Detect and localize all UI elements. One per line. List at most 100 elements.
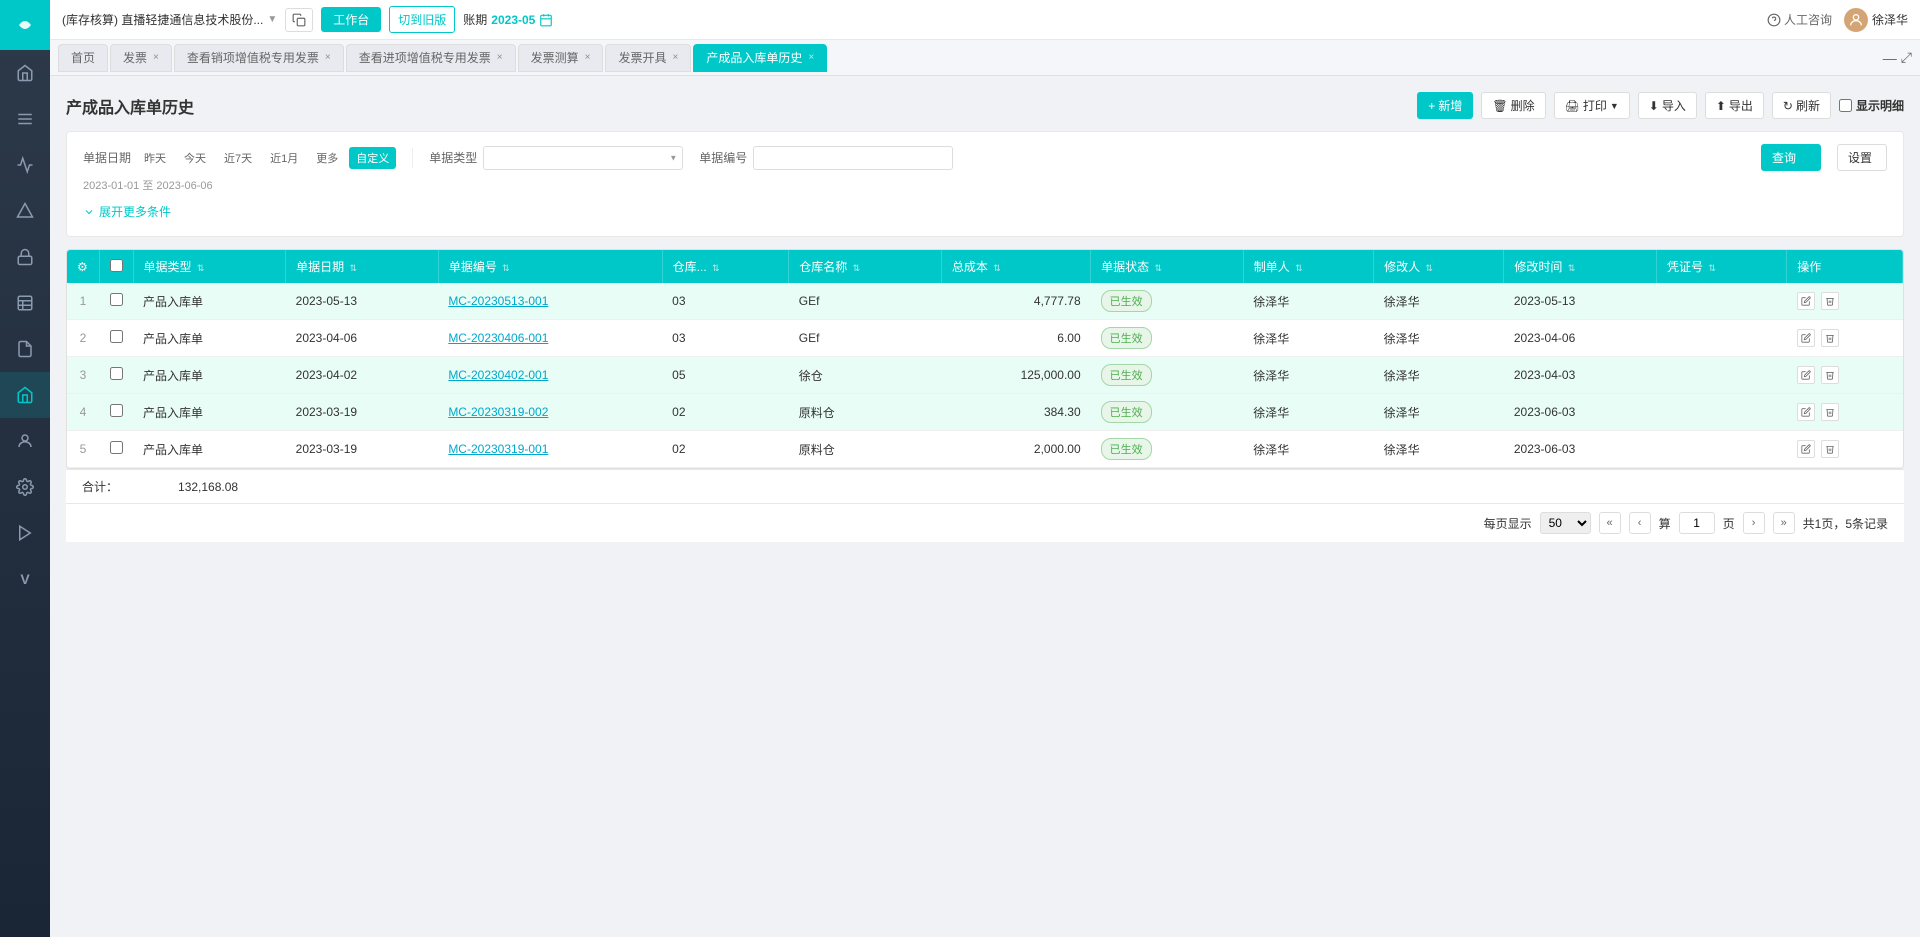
- tab-invoice-issue[interactable]: 发票开具 ×: [605, 44, 691, 72]
- sidebar-item-people[interactable]: [0, 418, 50, 464]
- date-shortcut-more[interactable]: 更多: [309, 147, 345, 169]
- next-page-button[interactable]: ›: [1743, 512, 1765, 534]
- page-header: 产成品入库单历史 + 新增 🗑 删除 🖨 打印 ▼: [66, 92, 1904, 119]
- refresh-button[interactable]: ↻ 刷新: [1772, 92, 1831, 119]
- row-number-3[interactable]: MC-20230319-002: [438, 394, 662, 431]
- sidebar-item-settings[interactable]: [0, 464, 50, 510]
- sidebar-item-menu[interactable]: [0, 96, 50, 142]
- app-logo[interactable]: [0, 0, 50, 50]
- table-footer: 合计： 132,168.08: [66, 469, 1904, 503]
- row-wh-code-2: 05: [662, 357, 789, 394]
- number-input[interactable]: [753, 146, 953, 170]
- tab-invoice[interactable]: 发票 ×: [110, 44, 172, 72]
- sidebar-item-warehouse[interactable]: [0, 372, 50, 418]
- sidebar-item-analytics[interactable]: [0, 142, 50, 188]
- first-page-button[interactable]: «: [1599, 512, 1621, 534]
- row-type-4: 产品入库单: [133, 431, 286, 468]
- set-button[interactable]: 设置: [1837, 144, 1887, 171]
- row-checkbox-3[interactable]: [110, 404, 123, 417]
- row-number-1[interactable]: MC-20230406-001: [438, 320, 662, 357]
- row-edit-icon-0[interactable]: [1797, 292, 1815, 310]
- row-number-4[interactable]: MC-20230319-001: [438, 431, 662, 468]
- select-all-checkbox[interactable]: [110, 259, 123, 272]
- type-select[interactable]: [483, 146, 683, 170]
- data-table: ⚙ 单据类型 ⇅ 单据日期 ⇅ 单据编号 ⇅ 仓库... ⇅ 仓库名称 ⇅ 总成…: [67, 250, 1903, 468]
- tab-invoice-issue-close[interactable]: ×: [672, 52, 678, 63]
- tab-invoice-calc[interactable]: 发票测算 ×: [518, 44, 604, 72]
- tab-purchase-vat-close[interactable]: ×: [497, 52, 503, 63]
- sidebar-item-v[interactable]: V: [0, 556, 50, 602]
- row-modifier-1: 徐泽华: [1374, 320, 1504, 357]
- expand-more-button[interactable]: 展开更多条件: [83, 199, 1887, 224]
- tab-product-inbound[interactable]: 产成品入库单历史 ×: [693, 44, 827, 72]
- copy-button[interactable]: [285, 8, 313, 32]
- row-delete-icon-2[interactable]: [1821, 366, 1839, 384]
- tab-invoice-close[interactable]: ×: [153, 52, 159, 63]
- row-cost-3: 384.30: [941, 394, 1090, 431]
- sidebar-item-play[interactable]: [0, 510, 50, 556]
- row-edit-icon-4[interactable]: [1797, 440, 1815, 458]
- row-delete-icon-4[interactable]: [1821, 440, 1839, 458]
- user-info[interactable]: 徐泽华: [1844, 8, 1908, 32]
- tab-sales-vat[interactable]: 查看销项增值税专用发票 ×: [174, 44, 344, 72]
- import-button[interactable]: ⬇ 导入: [1638, 92, 1697, 119]
- tab-sales-vat-close[interactable]: ×: [325, 52, 331, 63]
- sidebar-item-triangle[interactable]: [0, 188, 50, 234]
- new-button[interactable]: + 新增: [1417, 92, 1473, 119]
- row-delete-icon-0[interactable]: [1821, 292, 1839, 310]
- show-detail-checkbox[interactable]: [1839, 99, 1852, 112]
- tab-maximize-button[interactable]: ⤢: [1901, 49, 1912, 66]
- sidebar-item-clipboard[interactable]: [0, 326, 50, 372]
- row-checkbox-4[interactable]: [110, 441, 123, 454]
- date-shortcut-7days[interactable]: 近7天: [217, 147, 259, 169]
- help-button[interactable]: 人工咨询: [1767, 11, 1832, 28]
- last-page-button[interactable]: »: [1773, 512, 1795, 534]
- tab-product-inbound-close[interactable]: ×: [808, 52, 814, 63]
- row-checkbox-1[interactable]: [110, 330, 123, 343]
- row-number-0[interactable]: MC-20230513-001: [438, 283, 662, 320]
- date-shortcut-yesterday[interactable]: 昨天: [137, 147, 173, 169]
- row-voucher-2: [1657, 357, 1787, 394]
- row-number-2[interactable]: MC-20230402-001: [438, 357, 662, 394]
- row-checkbox-cell-1: [99, 320, 133, 357]
- show-detail-checkbox-label[interactable]: 显示明细: [1839, 97, 1904, 114]
- switch-version-button[interactable]: 切到旧版: [389, 6, 455, 33]
- tab-purchase-vat[interactable]: 查看进项增值税专用发票 ×: [346, 44, 516, 72]
- col-modifier-header: 修改人 ⇅: [1374, 250, 1504, 283]
- row-modify-time-4: 2023-06-03: [1504, 431, 1657, 468]
- page-input[interactable]: [1679, 512, 1715, 534]
- workbench-button[interactable]: 工作台: [321, 7, 381, 32]
- row-type-0: 产品入库单: [133, 283, 286, 320]
- row-checkbox-2[interactable]: [110, 367, 123, 380]
- sidebar-item-lock[interactable]: [0, 234, 50, 280]
- query-button[interactable]: 查询: [1761, 144, 1821, 171]
- sidebar-item-home[interactable]: [0, 50, 50, 96]
- date-shortcut-today[interactable]: 今天: [177, 147, 213, 169]
- row-delete-icon-3[interactable]: [1821, 403, 1839, 421]
- tab-minimize-button[interactable]: —: [1883, 50, 1897, 66]
- print-button[interactable]: 🖨 打印 ▼: [1554, 92, 1630, 119]
- sidebar-item-list[interactable]: [0, 280, 50, 326]
- row-delete-icon-1[interactable]: [1821, 329, 1839, 347]
- col-modify-time-header: 修改时间 ⇅: [1504, 250, 1657, 283]
- company-name[interactable]: (库存核算) 直播轻捷通信息技术股份... ▼: [62, 11, 277, 28]
- row-checkbox-cell-0: [99, 283, 133, 320]
- filter-row-1: 单据日期 昨天 今天 近7天 近1月 更多 自定义 单据类型: [83, 144, 1887, 171]
- col-voucher-header: 凭证号 ⇅: [1657, 250, 1787, 283]
- date-shortcut-custom[interactable]: 自定义: [349, 147, 396, 169]
- row-edit-icon-3[interactable]: [1797, 403, 1815, 421]
- row-status-4: 已生效: [1091, 431, 1244, 468]
- delete-button[interactable]: 🗑 删除: [1481, 92, 1545, 119]
- row-wh-name-2: 徐仓: [789, 357, 942, 394]
- tab-invoice-calc-close[interactable]: ×: [585, 52, 591, 63]
- prev-page-button[interactable]: ‹: [1629, 512, 1651, 534]
- filter-row-date-range: 2023-01-01 至 2023-06-06: [83, 177, 1887, 193]
- row-edit-icon-1[interactable]: [1797, 329, 1815, 347]
- row-edit-icon-2[interactable]: [1797, 366, 1815, 384]
- row-wh-name-0: GEf: [789, 283, 942, 320]
- row-checkbox-0[interactable]: [110, 293, 123, 306]
- tab-home[interactable]: 首页: [58, 44, 108, 72]
- per-page-select[interactable]: 50 100 200: [1540, 512, 1591, 534]
- date-shortcut-1month[interactable]: 近1月: [263, 147, 305, 169]
- export-button[interactable]: ⬆ 导出: [1705, 92, 1764, 119]
